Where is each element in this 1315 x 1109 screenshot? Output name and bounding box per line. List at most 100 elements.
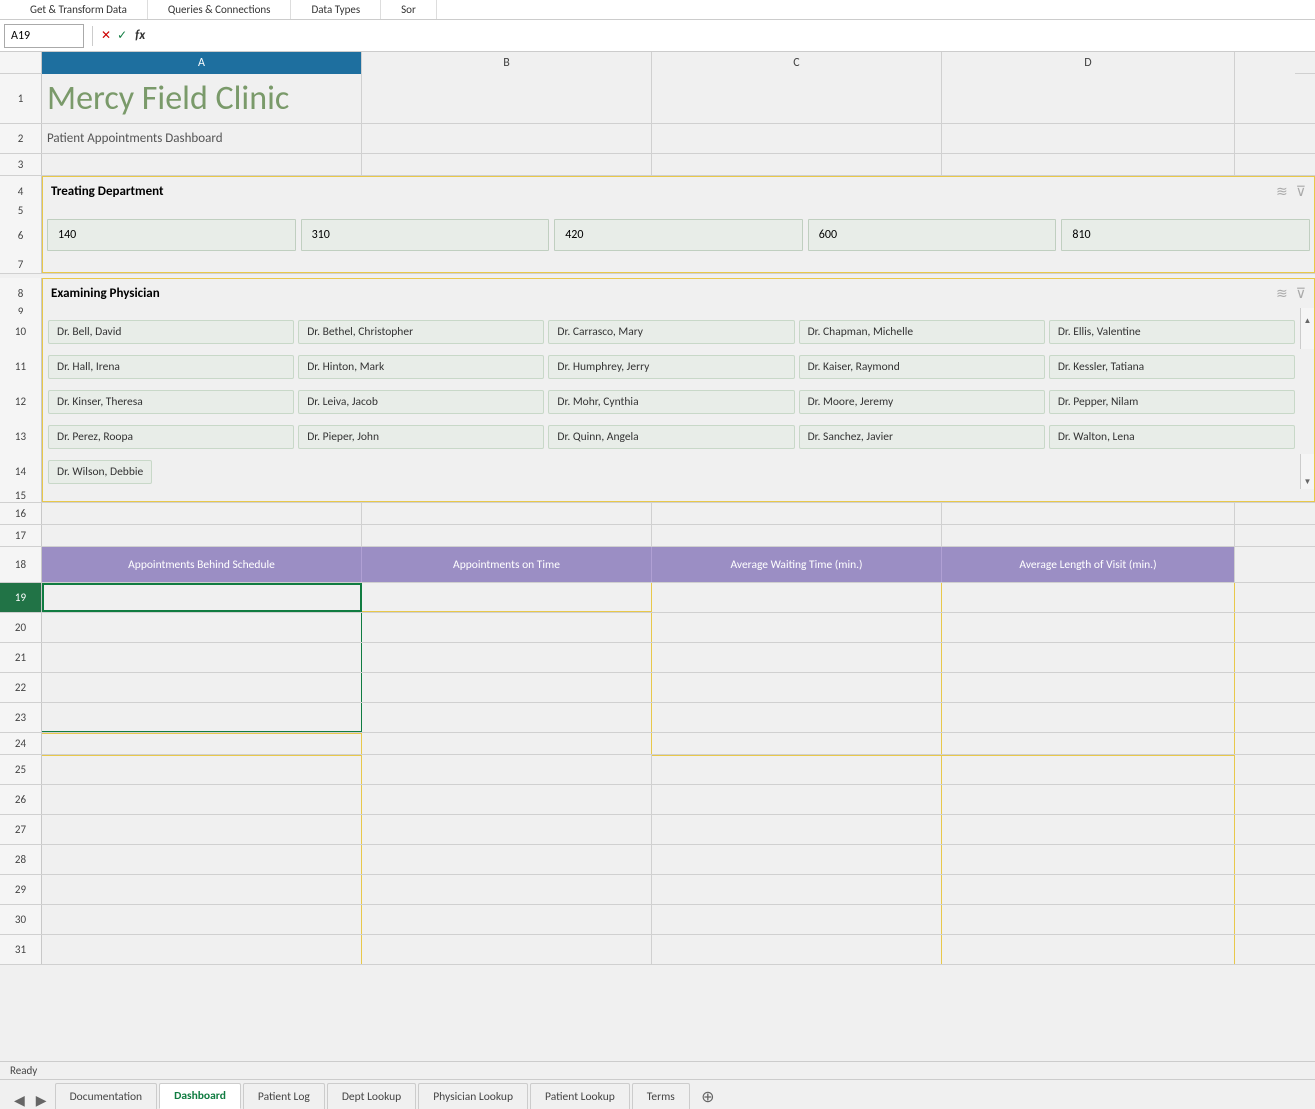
physician-quinn[interactable]: Dr. Quinn, Angela	[548, 425, 794, 449]
sheet-tab-dept-lookup[interactable]: Dept Lookup	[327, 1083, 416, 1109]
ribbon-tab-transform[interactable]: Get & Transform Data	[10, 0, 148, 19]
cell-a19[interactable]	[42, 583, 362, 612]
cell-a22[interactable]	[42, 673, 362, 702]
cell-a3[interactable]	[42, 154, 362, 175]
filter-funnel-icon[interactable]: ⊽	[1296, 183, 1306, 200]
cell-b24[interactable]	[362, 733, 652, 754]
physician-wilson[interactable]: Dr. Wilson, Debbie	[48, 460, 152, 484]
add-sheet-button[interactable]: ⊕	[696, 1085, 720, 1109]
cell-a28[interactable]	[42, 845, 362, 874]
confirm-formula-icon[interactable]: ✓	[117, 28, 127, 43]
physician-pepper[interactable]: Dr. Pepper, Nilam	[1049, 390, 1295, 414]
sheet-tab-dashboard[interactable]: Dashboard	[159, 1083, 241, 1109]
cell-a2[interactable]: Patient Appointments Dashboard	[42, 124, 362, 153]
filter-lines-icon[interactable]: ≋	[1276, 183, 1288, 200]
col-header-d[interactable]: D	[942, 52, 1235, 74]
cell-d22[interactable]	[942, 673, 1235, 702]
cell-b28[interactable]	[362, 845, 652, 874]
ribbon-tab-datatypes[interactable]: Data Types	[291, 0, 381, 19]
cell-d28[interactable]	[942, 845, 1235, 874]
cell-d19[interactable]	[942, 583, 1235, 612]
scroll-tabs-left[interactable]: ◀	[8, 1092, 31, 1109]
cell-d24[interactable]	[942, 733, 1235, 754]
dept-item-600[interactable]: 600	[808, 219, 1057, 251]
scrollbar-physician[interactable]: ▲	[1300, 314, 1314, 349]
physician-hall[interactable]: Dr. Hall, Irena	[48, 355, 294, 379]
cell-c31[interactable]	[652, 935, 942, 964]
physician-ellis[interactable]: Dr. Ellis, Valentine	[1049, 320, 1295, 344]
scrollbar-physician-down[interactable]: ▼	[1300, 454, 1314, 489]
cell-c28[interactable]	[652, 845, 942, 874]
cell-d16[interactable]	[942, 503, 1235, 524]
cell-c19[interactable]	[652, 583, 942, 612]
ribbon-tab-sort[interactable]: Sor	[381, 0, 437, 19]
cell-d27[interactable]	[942, 815, 1235, 844]
cell-a25[interactable]	[42, 755, 362, 784]
physician-kessler[interactable]: Dr. Kessler, Tatiana	[1049, 355, 1295, 379]
physician-chapman[interactable]: Dr. Chapman, Michelle	[799, 320, 1045, 344]
physician-kinser[interactable]: Dr. Kinser, Theresa	[48, 390, 294, 414]
cell-d20[interactable]	[942, 613, 1235, 642]
sheet-tab-terms[interactable]: Terms	[632, 1083, 690, 1109]
cell-b16[interactable]	[362, 503, 652, 524]
cell-b25[interactable]	[362, 755, 652, 784]
cell-c23[interactable]	[652, 703, 942, 732]
cell-reference-box[interactable]: A19	[4, 24, 84, 48]
cell-a16[interactable]	[42, 503, 362, 524]
ribbon-tab-queries[interactable]: Queries & Connections	[148, 0, 292, 19]
physician-humphrey[interactable]: Dr. Humphrey, Jerry	[548, 355, 794, 379]
dept-item-140[interactable]: 140	[47, 219, 296, 251]
cell-b17[interactable]	[362, 525, 652, 546]
cell-b23[interactable]	[362, 703, 652, 732]
physician-mohr[interactable]: Dr. Mohr, Cynthia	[548, 390, 794, 414]
cell-b19[interactable]	[362, 583, 652, 612]
sheet-tab-physician-lookup[interactable]: Physician Lookup	[418, 1083, 528, 1109]
physician-hinton[interactable]: Dr. Hinton, Mark	[298, 355, 544, 379]
dept-item-310[interactable]: 310	[301, 219, 550, 251]
physician-walton[interactable]: Dr. Walton, Lena	[1049, 425, 1295, 449]
cell-a30[interactable]	[42, 905, 362, 934]
cell-c21[interactable]	[652, 643, 942, 672]
cell-a17[interactable]	[42, 525, 362, 546]
cell-d25[interactable]	[942, 755, 1235, 784]
cell-b21[interactable]	[362, 643, 652, 672]
cell-d29[interactable]	[942, 875, 1235, 904]
cell-d2[interactable]	[942, 124, 1235, 153]
cell-c22[interactable]	[652, 673, 942, 702]
cell-a26[interactable]	[42, 785, 362, 814]
sheet-tab-patient-log[interactable]: Patient Log	[243, 1083, 325, 1109]
cell-c26[interactable]	[652, 785, 942, 814]
cell-d30[interactable]	[942, 905, 1235, 934]
sheet-tab-patient-lookup[interactable]: Patient Lookup	[530, 1083, 630, 1109]
cell-d26[interactable]	[942, 785, 1235, 814]
cell-b22[interactable]	[362, 673, 652, 702]
physician-sanchez[interactable]: Dr. Sanchez, Javier	[799, 425, 1045, 449]
physician-carrasco[interactable]: Dr. Carrasco, Mary	[548, 320, 794, 344]
cell-a29[interactable]	[42, 875, 362, 904]
cell-b30[interactable]	[362, 905, 652, 934]
scroll-tabs-right[interactable]: ▶	[32, 1092, 51, 1109]
cell-a24[interactable]	[42, 733, 362, 754]
physician-kaiser[interactable]: Dr. Kaiser, Raymond	[799, 355, 1045, 379]
physician-pieper[interactable]: Dr. Pieper, John	[298, 425, 544, 449]
col-header-c[interactable]: C	[652, 52, 942, 74]
col-header-a[interactable]: A	[42, 52, 362, 74]
cell-b27[interactable]	[362, 815, 652, 844]
cell-b3[interactable]	[362, 154, 652, 175]
cell-c30[interactable]	[652, 905, 942, 934]
cell-c1[interactable]	[652, 74, 942, 123]
cell-a20[interactable]	[42, 613, 362, 642]
cell-d21[interactable]	[942, 643, 1235, 672]
dept-item-810[interactable]: 810	[1061, 219, 1310, 251]
cell-c24[interactable]	[652, 733, 942, 754]
dept-item-420[interactable]: 420	[554, 219, 803, 251]
sheet-tab-documentation[interactable]: Documentation	[55, 1083, 158, 1109]
physician-perez[interactable]: Dr. Perez, Roopa	[48, 425, 294, 449]
cell-d23[interactable]	[942, 703, 1235, 732]
physician-bell[interactable]: Dr. Bell, David	[48, 320, 294, 344]
col-header-b[interactable]: B	[362, 52, 652, 74]
cell-b26[interactable]	[362, 785, 652, 814]
cell-d17[interactable]	[942, 525, 1235, 546]
cell-c16[interactable]	[652, 503, 942, 524]
cell-c17[interactable]	[652, 525, 942, 546]
